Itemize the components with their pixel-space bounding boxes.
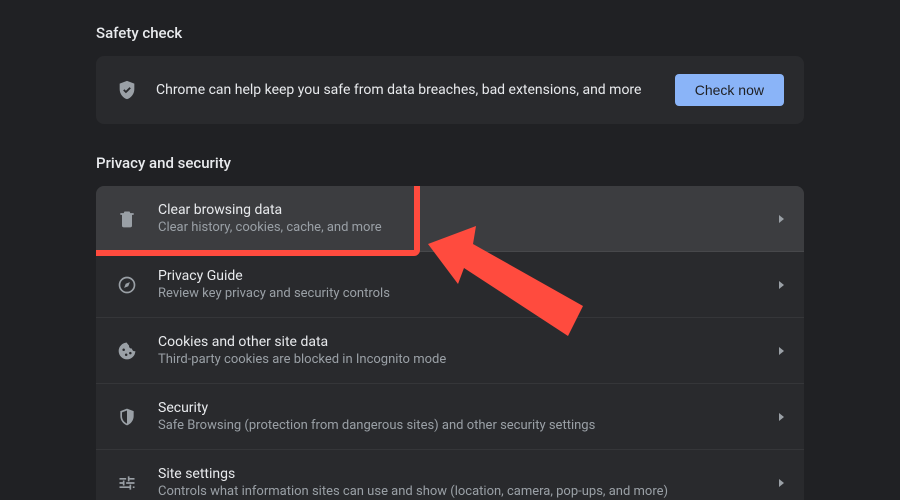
- row-title: Security: [158, 400, 759, 416]
- safety-check-title: Safety check: [96, 24, 804, 42]
- row-sub: Third-party cookies are blocked in Incog…: [158, 352, 759, 367]
- shield-check-icon: [116, 79, 138, 101]
- shield-icon: [116, 406, 138, 428]
- sliders-icon: [116, 472, 138, 494]
- privacy-list: Clear browsing data Clear history, cooki…: [96, 186, 804, 500]
- row-sub: Safe Browsing (protection from dangerous…: [158, 418, 759, 433]
- row-sub: Controls what information sites can use …: [158, 484, 759, 499]
- row-clear-browsing-data[interactable]: Clear browsing data Clear history, cooki…: [96, 186, 804, 252]
- chevron-right-icon: [779, 215, 784, 223]
- row-cookies[interactable]: Cookies and other site data Third-party …: [96, 318, 804, 384]
- row-security[interactable]: Security Safe Browsing (protection from …: [96, 384, 804, 450]
- check-now-button[interactable]: Check now: [675, 74, 784, 106]
- row-privacy-guide[interactable]: Privacy Guide Review key privacy and sec…: [96, 252, 804, 318]
- chevron-right-icon: [779, 281, 784, 289]
- row-sub: Review key privacy and security controls: [158, 286, 759, 301]
- cookie-icon: [116, 340, 138, 362]
- row-title: Privacy Guide: [158, 268, 759, 284]
- row-sub: Clear history, cookies, cache, and more: [158, 220, 759, 235]
- safety-check-text: Chrome can help keep you safe from data …: [156, 82, 657, 98]
- privacy-security-title: Privacy and security: [96, 154, 804, 172]
- trash-icon: [116, 208, 138, 230]
- chevron-right-icon: [779, 413, 784, 421]
- privacy-security-section: Privacy and security Clear browsing data…: [96, 154, 804, 500]
- row-title: Clear browsing data: [158, 202, 759, 218]
- row-title: Site settings: [158, 466, 759, 482]
- safety-check-card: Chrome can help keep you safe from data …: [96, 56, 804, 124]
- chevron-right-icon: [779, 479, 784, 487]
- compass-icon: [116, 274, 138, 296]
- row-title: Cookies and other site data: [158, 334, 759, 350]
- row-site-settings[interactable]: Site settings Controls what information …: [96, 450, 804, 500]
- safety-check-section: Safety check Chrome can help keep you sa…: [96, 24, 804, 124]
- chevron-right-icon: [779, 347, 784, 355]
